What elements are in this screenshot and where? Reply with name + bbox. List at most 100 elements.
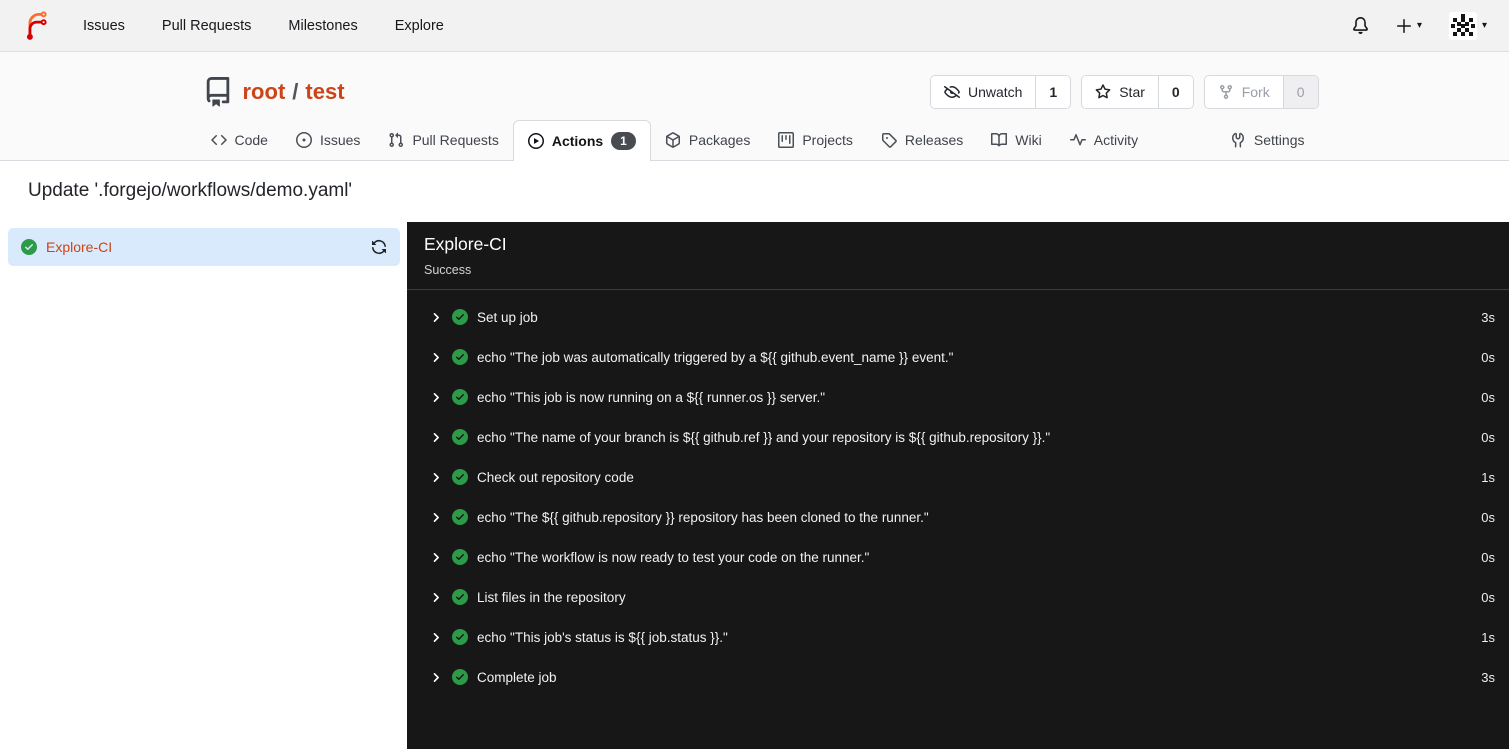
tab-actions[interactable]: Actions 1 (512, 120, 651, 161)
chevron-right-icon[interactable] (430, 351, 443, 364)
workflow-run-view: Explore-CI Explore-CI Success Set up job… (0, 222, 1509, 749)
check-circle-icon (21, 239, 37, 255)
tab-issues[interactable]: Issues (282, 120, 374, 160)
chevron-right-icon[interactable] (430, 631, 443, 644)
step-success-check-icon (452, 589, 468, 605)
step-success-check-icon (452, 389, 468, 405)
step-row[interactable]: echo "The ${{ github.repository }} repos… (407, 497, 1509, 537)
tab-issues-label: Issues (319, 132, 361, 148)
step-success-check-icon (452, 469, 468, 485)
step-duration: 0s (1481, 549, 1495, 565)
chevron-right-icon[interactable] (430, 591, 443, 604)
step-success-check-icon (452, 429, 468, 445)
chevron-right-icon[interactable] (430, 391, 443, 404)
package-icon (665, 132, 680, 148)
step-name: List files in the repository (477, 589, 626, 605)
fork-button[interactable]: Fork (1204, 76, 1283, 108)
notifications-button[interactable] (1352, 17, 1369, 34)
tab-settings-label: Settings (1253, 132, 1305, 148)
step-duration: 0s (1481, 589, 1495, 605)
step-duration: 0s (1481, 429, 1495, 445)
step-list: Set up job 3s echo "The job was automati… (407, 290, 1509, 697)
bell-icon (1352, 17, 1368, 34)
forks-count[interactable]: 0 (1282, 76, 1318, 108)
tab-projects[interactable]: Projects (764, 120, 867, 160)
tab-actions-label: Actions (551, 133, 604, 149)
job-name-link[interactable]: Explore-CI (46, 239, 112, 255)
step-row[interactable]: List files in the repository 0s (407, 577, 1509, 617)
step-duration: 1s (1481, 469, 1495, 485)
nav-explore[interactable]: Explore (395, 18, 444, 34)
step-row[interactable]: echo "This job's status is ${{ job.statu… (407, 617, 1509, 657)
tab-pull-requests[interactable]: Pull Requests (374, 120, 512, 160)
tab-packages[interactable]: Packages (651, 120, 764, 160)
tab-code[interactable]: Code (197, 120, 282, 160)
watchers-count[interactable]: 1 (1035, 76, 1071, 108)
issue-opened-icon (295, 132, 312, 148)
navbar-right: ▾ ▾ (1352, 11, 1487, 40)
chevron-right-icon[interactable] (430, 511, 443, 524)
nav-pull-requests[interactable]: Pull Requests (162, 18, 251, 34)
stars-count[interactable]: 0 (1157, 76, 1193, 108)
step-duration: 3s (1481, 669, 1495, 685)
top-navbar: Issues Pull Requests Milestones Explore … (0, 0, 1509, 52)
pulse-icon (1069, 134, 1086, 146)
step-row[interactable]: Check out repository code 1s (407, 457, 1509, 497)
repo-name-link[interactable]: test (305, 79, 344, 105)
chevron-right-icon[interactable] (430, 431, 443, 444)
chevron-right-icon[interactable] (430, 671, 443, 684)
tab-releases[interactable]: Releases (867, 120, 977, 160)
git-fork-icon (1219, 85, 1232, 100)
job-title: Explore-CI (424, 234, 507, 254)
fork-button-group: Fork 0 (1203, 75, 1319, 109)
forgejo-logo-icon (26, 11, 47, 40)
step-duration: 0s (1481, 349, 1495, 365)
step-row[interactable]: Set up job 3s (407, 297, 1509, 337)
plus-icon (1396, 18, 1411, 33)
project-icon (778, 132, 795, 148)
step-name: Check out repository code (477, 469, 634, 485)
star-icon (1095, 84, 1111, 99)
star-button-group: Star 0 (1081, 75, 1194, 109)
step-row[interactable]: echo "The name of your branch is ${{ git… (407, 417, 1509, 457)
rerun-sync-icon[interactable] (371, 239, 387, 255)
step-row[interactable]: echo "The workflow is now ready to test … (407, 537, 1509, 577)
chevron-right-icon[interactable] (430, 551, 443, 564)
repo-action-buttons: Unwatch 1 Star 0 Fork 0 (929, 75, 1319, 109)
chevron-right-icon[interactable] (430, 471, 443, 484)
step-row[interactable]: echo "The job was automatically triggere… (407, 337, 1509, 377)
job-log-header: Explore-CI Success (407, 222, 1509, 290)
repo-owner-link[interactable]: root (243, 79, 286, 105)
repo-book-icon (203, 77, 233, 107)
step-name: Set up job (477, 309, 538, 325)
job-item-explore-ci[interactable]: Explore-CI (8, 228, 400, 266)
tab-releases-label: Releases (904, 132, 964, 148)
nav-issues[interactable]: Issues (83, 18, 125, 34)
step-name: echo "The workflow is now ready to test … (477, 549, 870, 565)
tab-settings[interactable]: Settings (1216, 120, 1319, 160)
chevron-right-icon[interactable] (430, 311, 443, 324)
tab-activity[interactable]: Activity (1056, 120, 1152, 160)
step-success-check-icon (452, 629, 468, 645)
job-status-text: Success (424, 263, 472, 277)
step-name: echo "This job is now running on a ${{ r… (477, 389, 826, 405)
chevron-down-icon: ▾ (1416, 19, 1422, 31)
step-success-check-icon (452, 669, 468, 685)
user-menu[interactable]: ▾ (1448, 11, 1487, 40)
star-button[interactable]: Star (1082, 76, 1158, 108)
step-row[interactable]: Complete job 3s (407, 657, 1509, 697)
actions-count-badge: 1 (611, 131, 636, 151)
step-name: echo "The job was automatically triggere… (477, 349, 954, 365)
unwatch-label: Unwatch (967, 84, 1023, 100)
step-success-check-icon (452, 309, 468, 325)
forgejo-logo[interactable] (22, 11, 49, 40)
step-row[interactable]: echo "This job is now running on a ${{ r… (407, 377, 1509, 417)
tab-activity-label: Activity (1093, 132, 1139, 148)
step-name: Complete job (477, 669, 557, 685)
nav-milestones[interactable]: Milestones (288, 18, 357, 34)
eye-closed-icon (943, 86, 960, 99)
unwatch-button[interactable]: Unwatch (930, 76, 1036, 108)
git-pull-request-icon (389, 132, 404, 148)
tab-wiki[interactable]: Wiki (977, 120, 1055, 160)
create-new-menu[interactable]: ▾ (1396, 18, 1422, 34)
